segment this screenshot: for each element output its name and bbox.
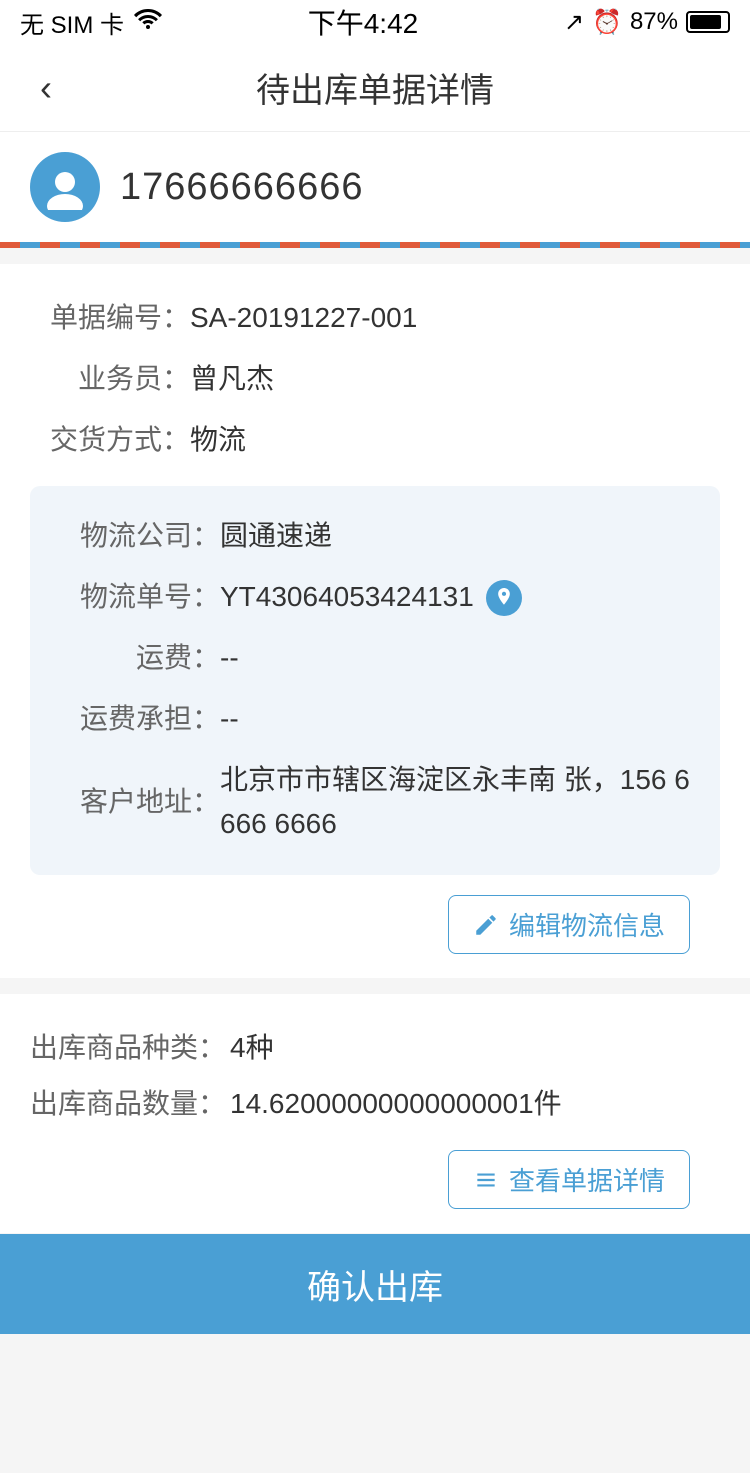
goods-quantity-value: 14.62000000000000001件 [230, 1082, 562, 1122]
logistics-company-label: 物流公司： [60, 514, 220, 559]
back-button[interactable]: ‹ [30, 57, 62, 119]
status-bar: 无 SIM 卡 下午4:42 ↗ ⏰ 87% [0, 0, 750, 44]
status-left: 无 SIM 卡 [20, 5, 162, 40]
battery-icon [686, 11, 730, 33]
confirm-btn-bar[interactable]: 确认出库 [0, 1234, 750, 1334]
edit-logistics-label: 编辑物流信息 [509, 906, 665, 943]
logistics-tracking-row: 物流单号： YT43064053424131 [60, 567, 690, 628]
battery-text: 87% [630, 8, 678, 36]
logistics-company-row: 物流公司： 圆通速递 [60, 506, 690, 567]
carrier-text: 无 SIM 卡 [20, 5, 124, 40]
logistics-freight-label: 运费： [60, 636, 220, 681]
logistics-company-value: 圆通速递 [220, 514, 690, 559]
order-info-section: 单据编号： SA-20191227-001 业务员： 曾凡杰 交货方式： 物流 … [0, 264, 750, 978]
avatar [30, 152, 100, 222]
customer-header: 17666666666 [0, 132, 750, 242]
order-no-row: 单据编号： SA-20191227-001 [30, 288, 720, 349]
order-no-label: 单据编号： [30, 296, 190, 341]
logistics-tracking-value: YT43064053424131 [220, 575, 690, 620]
logistics-address-value: 北京市市辖区海淀区永丰南 张，156 6666 6666 [220, 758, 690, 848]
goods-types-value: 4种 [230, 1026, 274, 1066]
wifi-icon [134, 8, 162, 36]
section-separator-1 [0, 978, 750, 994]
logistics-freight-row: 运费： -- [60, 628, 690, 689]
page-title: 待出库单据详情 [256, 63, 494, 112]
edit-logistics-button[interactable]: 编辑物流信息 [448, 895, 690, 954]
salesman-label: 业务员： [30, 357, 190, 402]
status-right: ↗ ⏰ 87% [564, 8, 730, 37]
alarm-icon: ⏰ [592, 8, 622, 37]
order-no-value: SA-20191227-001 [190, 296, 720, 341]
logistics-address-label: 客户地址： [60, 780, 220, 825]
delivery-label: 交货方式： [30, 418, 190, 463]
goods-section: 出库商品种类： 4种 出库商品数量： 14.62000000000000001件… [0, 994, 750, 1233]
salesman-row: 业务员： 曾凡杰 [30, 349, 720, 410]
status-time: 下午4:42 [308, 2, 419, 42]
dashed-divider [0, 242, 750, 248]
goods-quantity-row: 出库商品数量： 14.62000000000000001件 [30, 1074, 720, 1130]
logistics-freight-bearer-row: 运费承担： -- [60, 689, 690, 750]
detail-btn-row: 查看单据详情 [30, 1130, 720, 1209]
view-detail-button[interactable]: 查看单据详情 [448, 1150, 690, 1209]
delivery-value: 物流 [190, 418, 720, 463]
delivery-row: 交货方式： 物流 [30, 410, 720, 471]
confirm-btn-text: 确认出库 [307, 1260, 443, 1309]
logistics-card: 物流公司： 圆通速递 物流单号： YT43064053424131 运费： --… [30, 486, 720, 875]
goods-quantity-label: 出库商品数量： [30, 1082, 230, 1122]
logistics-address-row: 客户地址： 北京市市辖区海淀区永丰南 张，156 6666 6666 [60, 750, 690, 856]
location-status-icon: ↗ [564, 8, 584, 37]
edit-btn-row: 编辑物流信息 [30, 875, 720, 954]
logistics-freight-bearer-value: -- [220, 697, 690, 742]
logistics-tracking-label: 物流单号： [60, 575, 220, 620]
nav-bar: ‹ 待出库单据详情 [0, 44, 750, 132]
view-detail-label: 查看单据详情 [509, 1161, 665, 1198]
logistics-freight-bearer-label: 运费承担： [60, 697, 220, 742]
salesman-value: 曾凡杰 [190, 357, 720, 402]
customer-phone: 17666666666 [120, 166, 363, 209]
tracking-location-icon[interactable] [486, 580, 522, 616]
goods-types-row: 出库商品种类： 4种 [30, 1018, 720, 1074]
logistics-freight-value: -- [220, 636, 690, 681]
goods-types-label: 出库商品种类： [30, 1026, 230, 1066]
